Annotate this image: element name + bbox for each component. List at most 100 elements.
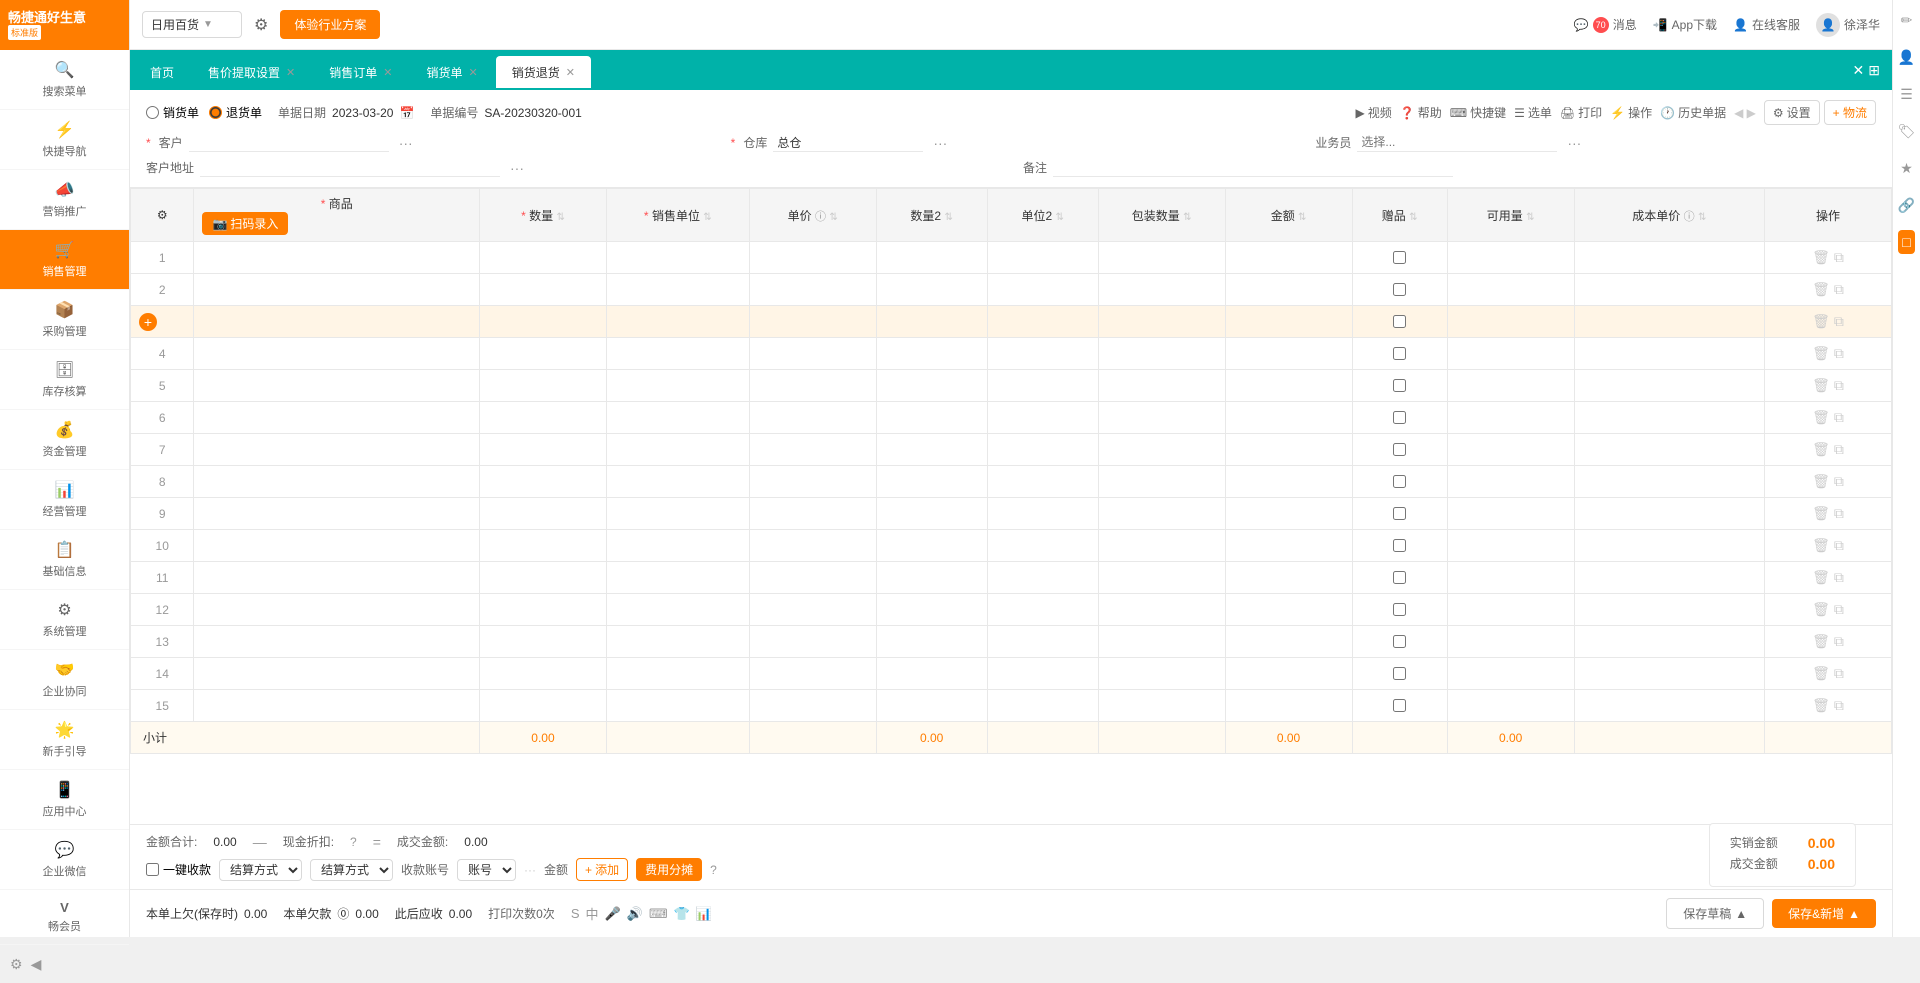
sort-icon[interactable]: ⇅ (1698, 212, 1706, 223)
pack-qty-cell[interactable] (1098, 306, 1225, 338)
radio-return-input[interactable] (209, 106, 222, 119)
tshirt-icon[interactable]: 👕 (674, 906, 690, 922)
sidebar-item-guide[interactable]: 🌟 新手引导 (0, 710, 129, 770)
operate-btn[interactable]: ⚡ 操作 (1610, 104, 1652, 121)
amount-cell[interactable] (1225, 274, 1352, 306)
address-dots-btn[interactable]: ··· (510, 160, 524, 176)
delete-icon[interactable]: 🗑 (1812, 633, 1830, 650)
try-btn[interactable]: 体验行业方案 (280, 10, 380, 39)
add-payment-btn[interactable]: + 添加 (576, 858, 628, 881)
gift-checkbox[interactable] (1393, 315, 1406, 328)
topbar-gear-icon[interactable]: ⚙ (250, 11, 272, 39)
radio-return[interactable]: 退货单 (209, 104, 262, 121)
delete-icon[interactable]: 🗑 (1812, 345, 1830, 362)
warehouse-input[interactable] (773, 133, 923, 152)
save-draft-btn[interactable]: 保存草稿 ▲ (1666, 898, 1764, 929)
gift-checkbox[interactable] (1393, 347, 1406, 360)
mic-icon[interactable]: 🎤 (605, 906, 621, 922)
cost-price-cell[interactable] (1574, 274, 1764, 306)
tab-sale-delivery[interactable]: 销货单 ✕ (410, 56, 493, 88)
sale-unit-cell[interactable] (606, 306, 749, 338)
one-click-input[interactable] (146, 863, 159, 876)
sort-icon[interactable]: ⇅ (829, 212, 837, 223)
gift-checkbox[interactable] (1393, 635, 1406, 648)
sort-icon[interactable]: ⇅ (556, 212, 564, 223)
unit2-cell[interactable] (987, 274, 1098, 306)
app-download-btn[interactable]: 📲 App下载 (1653, 16, 1717, 33)
sidebar-item-operations[interactable]: 📊 经营管理 (0, 470, 129, 530)
sort-icon[interactable]: ⇅ (1056, 212, 1064, 223)
sort-icon[interactable]: ⇅ (1409, 212, 1417, 223)
goods-input[interactable] (202, 315, 471, 329)
select-order-btn[interactable]: ☰ 选单 (1514, 104, 1552, 121)
copy-icon[interactable]: ⧉ (1834, 345, 1844, 362)
copy-icon[interactable]: ⧉ (1834, 441, 1844, 458)
chart2-icon[interactable]: 📊 (696, 906, 712, 922)
account-method-select[interactable]: 结算方式 (219, 859, 302, 881)
delete-icon[interactable]: 🗑 (1812, 441, 1830, 458)
cost-split-btn[interactable]: 费用分摊 (636, 858, 702, 881)
copy-icon[interactable]: ⧉ (1834, 409, 1844, 426)
qty-cell[interactable] (480, 306, 607, 338)
copy-icon[interactable]: ⧉ (1834, 697, 1844, 714)
tab-home[interactable]: 首页 (134, 56, 190, 88)
delete-icon[interactable]: 🗑 (1812, 473, 1830, 490)
add-logistics-btn[interactable]: + 物流 (1824, 100, 1876, 125)
customer-input[interactable] (189, 133, 389, 152)
amount-cell[interactable] (1225, 306, 1352, 338)
warehouse-dots-btn[interactable]: ··· (933, 135, 947, 151)
gift-checkbox[interactable] (1393, 283, 1406, 296)
delete-icon[interactable]: 🗑 (1812, 249, 1830, 266)
sidebar-item-marketing[interactable]: 📣 营销推广 (0, 170, 129, 230)
one-click-checkbox[interactable]: 一键收款 (146, 861, 211, 878)
save-new-btn[interactable]: 保存&新增 ▲ (1772, 899, 1876, 928)
staff-dots-btn[interactable]: ··· (1567, 135, 1581, 151)
qty-cell[interactable] (480, 242, 607, 274)
right-link-icon[interactable]: 🔗 (1894, 193, 1919, 218)
delete-icon[interactable]: 🗑 (1812, 537, 1830, 554)
unit2-cell[interactable] (987, 242, 1098, 274)
tab-sale-order[interactable]: 销售订单 ✕ (313, 56, 408, 88)
sale-unit-cell[interactable] (606, 274, 749, 306)
available-cell[interactable] (1447, 306, 1574, 338)
copy-icon[interactable]: ⧉ (1834, 569, 1844, 586)
customer-dots-btn[interactable]: ··· (399, 135, 413, 151)
goods-cell[interactable] (194, 242, 480, 274)
sort-icon[interactable]: ⇅ (944, 212, 952, 223)
available-cell[interactable] (1447, 274, 1574, 306)
unit-price-cell[interactable] (749, 306, 876, 338)
unit-price-cell[interactable] (749, 242, 876, 274)
sort-icon[interactable]: ⇅ (1183, 212, 1191, 223)
help-icon[interactable]: ? (710, 863, 717, 877)
delete-icon[interactable]: 🗑 (1812, 377, 1830, 394)
sidebar-item-search[interactable]: 🔍 搜索菜单 (0, 50, 129, 110)
pack-qty-cell[interactable] (1098, 274, 1225, 306)
copy-icon[interactable]: ⧉ (1834, 665, 1844, 682)
copy-icon[interactable]: ⧉ (1834, 473, 1844, 490)
close-tab-icon[interactable]: ✕ (1853, 62, 1865, 79)
qty2-cell[interactable] (876, 306, 987, 338)
sidebar-item-appcenter[interactable]: 📱 应用中心 (0, 770, 129, 830)
sidebar-item-finance[interactable]: 💰 资金管理 (0, 410, 129, 470)
th-config[interactable]: ⚙ (131, 189, 194, 242)
copy-icon[interactable]: ⧉ (1834, 505, 1844, 522)
maximize-icon[interactable]: ⊞ (1868, 62, 1880, 79)
gear-icon[interactable]: ⚙ (157, 208, 168, 222)
radio-sale[interactable]: 销货单 (146, 104, 199, 121)
volume-icon[interactable]: 🔊 (627, 906, 643, 922)
online-service-btn[interactable]: 👤 在线客服 (1733, 16, 1800, 33)
goods-cell-active[interactable] (194, 306, 480, 338)
address-input[interactable] (200, 158, 500, 177)
goods-cell[interactable] (194, 274, 480, 306)
sort-icon[interactable]: ⇅ (703, 212, 711, 223)
question-icon[interactable]: ? (350, 835, 357, 849)
delete-icon[interactable]: 🗑 (1812, 313, 1830, 330)
right-active-icon[interactable]: □ (1898, 230, 1914, 254)
calendar-icon[interactable]: 📅 (399, 106, 414, 120)
right-edit-icon[interactable]: ✏ (1897, 8, 1917, 33)
gift-checkbox[interactable] (1393, 507, 1406, 520)
radio-sale-input[interactable] (146, 106, 159, 119)
sidebar-item-system[interactable]: ⚙ 系统管理 (0, 590, 129, 650)
scan-btn[interactable]: 📷 扫码录入 (202, 212, 288, 235)
copy-icon[interactable]: ⧉ (1834, 377, 1844, 394)
